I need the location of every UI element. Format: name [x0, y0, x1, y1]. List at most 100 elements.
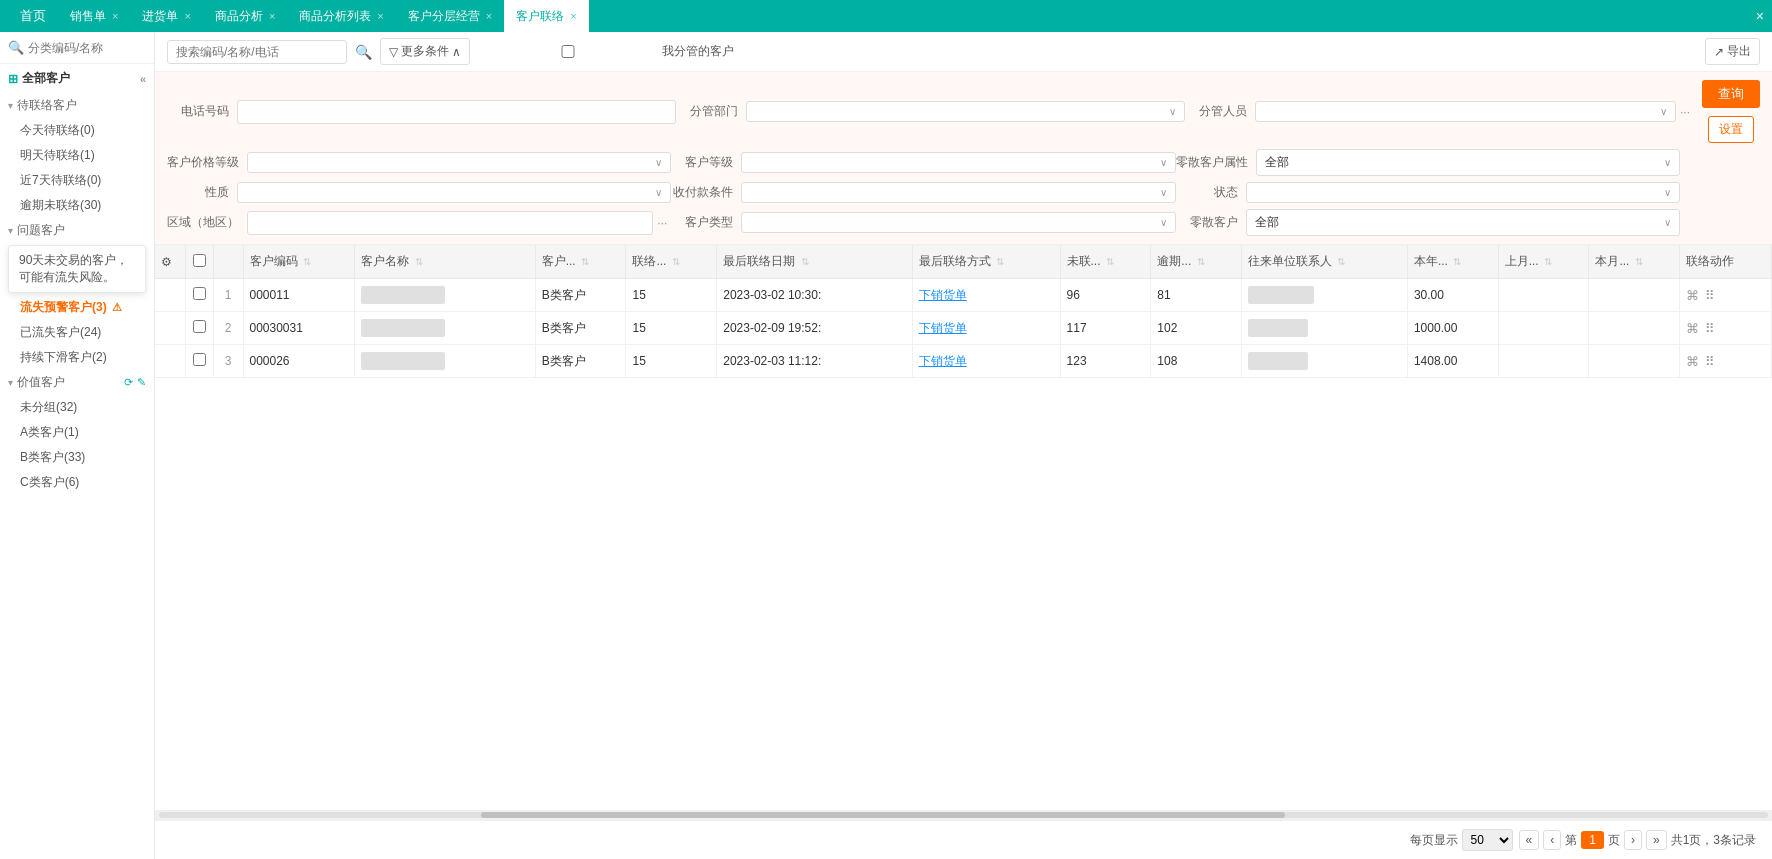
- filter-customer-type-select[interactable]: ∨: [741, 212, 1175, 233]
- my-customers-filter[interactable]: 我分管的客户: [478, 43, 734, 60]
- filter-payment-select[interactable]: ∨: [741, 182, 1175, 203]
- row-checkbox-cell[interactable]: [185, 345, 213, 378]
- sidebar-item-class-b[interactable]: B类客户(33): [0, 445, 154, 470]
- first-page-btn[interactable]: «: [1519, 830, 1540, 850]
- sidebar-all-customers[interactable]: ⊞ 全部客户 «: [0, 64, 154, 93]
- search-button[interactable]: 🔍: [355, 44, 372, 60]
- scroll-thumb[interactable]: [481, 812, 1286, 818]
- current-page[interactable]: 1: [1581, 831, 1604, 849]
- row-checkbox-cell[interactable]: [185, 312, 213, 345]
- tab-sales[interactable]: 销售单 ×: [58, 0, 130, 32]
- horizontal-scrollbar[interactable]: [155, 810, 1772, 820]
- close-customer-connect-tab[interactable]: ×: [570, 10, 576, 22]
- tab-purchase[interactable]: 进货单 ×: [130, 0, 202, 32]
- export-button[interactable]: ↗ 导出: [1705, 38, 1760, 65]
- code-col-header[interactable]: 客户编码 ⇅: [243, 245, 355, 279]
- sidebar-search-input[interactable]: [28, 41, 155, 55]
- more-conditions-btn[interactable]: ▽ 更多条件 ∧: [380, 38, 470, 65]
- filter-customer-level: 客户等级 ∨: [671, 152, 1175, 173]
- sidebar-item-class-c[interactable]: C类客户(6): [0, 470, 154, 495]
- filter-person-select[interactable]: ∨: [1255, 101, 1676, 122]
- tab-goods-analysis[interactable]: 商品分析 ×: [203, 0, 287, 32]
- arrow-icon-3: ▾: [8, 377, 13, 388]
- filter-dept-select[interactable]: ∨: [746, 101, 1185, 122]
- row-last-method[interactable]: 下销货单: [912, 279, 1060, 312]
- tab-customer-connect[interactable]: 客户联络 ×: [504, 0, 588, 32]
- row-checkbox[interactable]: [193, 353, 206, 366]
- sidebar-item-churned[interactable]: 已流失客户(24): [0, 320, 154, 345]
- tab-home[interactable]: 首页: [8, 0, 58, 32]
- search-input[interactable]: [167, 40, 347, 64]
- next-page-btn[interactable]: ›: [1624, 830, 1642, 850]
- last-method-col-header[interactable]: 最后联络方式 ⇅: [912, 245, 1060, 279]
- filter-region-input[interactable]: [247, 211, 653, 235]
- value-edit-icon[interactable]: ✎: [137, 376, 146, 389]
- close-goods-list-tab[interactable]: ×: [377, 10, 383, 22]
- per-page-select[interactable]: 50 20 100: [1462, 829, 1513, 851]
- row-checkbox[interactable]: [193, 287, 206, 300]
- overdue-sort-icon: ⇅: [1197, 256, 1205, 267]
- row-action-link-icon[interactable]: ⌘: [1686, 288, 1699, 303]
- select-all-checkbox[interactable]: [193, 254, 206, 267]
- row-this-year: 30.00: [1407, 279, 1498, 312]
- sidebar-item-7days[interactable]: 近7天待联络(0): [0, 168, 154, 193]
- sidebar-item-today[interactable]: 今天待联络(0): [0, 118, 154, 143]
- filter-scatter-customer-select[interactable]: 全部 ∨: [1246, 209, 1680, 236]
- sidebar-item-ungrouped[interactable]: 未分组(32): [0, 395, 154, 420]
- close-purchase-tab[interactable]: ×: [184, 10, 190, 22]
- region-dots[interactable]: ···: [653, 216, 671, 230]
- row-action-more-icon[interactable]: ⠿: [1705, 288, 1715, 303]
- row-last-method[interactable]: 下销货单: [912, 312, 1060, 345]
- query-button[interactable]: 查询: [1702, 80, 1760, 108]
- window-close-btn[interactable]: ×: [1756, 8, 1764, 24]
- edit-icon[interactable]: ⟳: [124, 376, 133, 389]
- sidebar-item-overdue[interactable]: 逾期未联络(30): [0, 193, 154, 218]
- sidebar-item-tomorrow[interactable]: 明天待联络(1): [0, 143, 154, 168]
- row-last-date: 2023-03-02 10:30:: [717, 279, 912, 312]
- name-col-header[interactable]: 客户名称 ⇅: [355, 245, 535, 279]
- row-action-more-icon[interactable]: ⠿: [1705, 354, 1715, 369]
- person-dots[interactable]: ···: [1676, 105, 1694, 119]
- filter-scatter-attr-select[interactable]: 全部 ∨: [1256, 149, 1680, 176]
- row-action-link-icon[interactable]: ⌘: [1686, 321, 1699, 336]
- close-goods-analysis-tab[interactable]: ×: [269, 10, 275, 22]
- row-checkbox-cell[interactable]: [185, 279, 213, 312]
- unit-contact-col-header[interactable]: 往来单位联系人 ⇅: [1242, 245, 1408, 279]
- this-month-col-header[interactable]: 本月... ⇅: [1589, 245, 1680, 279]
- sidebar-item-churn-warning[interactable]: 流失预警客户(3) ⚠: [0, 295, 154, 320]
- filter-nature-select[interactable]: ∨: [237, 182, 671, 203]
- settings-col-header[interactable]: ⚙: [155, 245, 185, 279]
- not-contacted-col-header[interactable]: 未联... ⇅: [1060, 245, 1151, 279]
- last-page-btn[interactable]: »: [1646, 830, 1667, 850]
- overdue-col-header[interactable]: 逾期... ⇅: [1151, 245, 1242, 279]
- section-problem-customers[interactable]: ▾ 问题客户: [0, 218, 154, 243]
- last-month-col-header[interactable]: 上月... ⇅: [1498, 245, 1589, 279]
- settings-button[interactable]: 设置: [1708, 116, 1754, 143]
- close-customer-segment-tab[interactable]: ×: [486, 10, 492, 22]
- row-last-method[interactable]: 下销货单: [912, 345, 1060, 378]
- this-year-col-header[interactable]: 本年... ⇅: [1407, 245, 1498, 279]
- filter-customer-type: 客户类型 ∨: [671, 212, 1175, 233]
- sidebar-item-declining[interactable]: 持续下滑客户(2): [0, 345, 154, 370]
- checkbox-col-header[interactable]: [185, 245, 213, 279]
- level-col-header[interactable]: 客户... ⇅: [535, 245, 626, 279]
- section-pending-contact[interactable]: ▾ 待联络客户: [0, 93, 154, 118]
- sidebar-item-class-a[interactable]: A类客户(1): [0, 420, 154, 445]
- row-action: ⌘ ⠿: [1680, 279, 1772, 312]
- last-date-col-header[interactable]: 最后联络日期 ⇅: [717, 245, 912, 279]
- close-sales-tab[interactable]: ×: [112, 10, 118, 22]
- filter-customer-level-select[interactable]: ∨: [741, 152, 1175, 173]
- my-customers-checkbox[interactable]: [478, 45, 658, 58]
- row-action-more-icon[interactable]: ⠿: [1705, 321, 1715, 336]
- row-action-link-icon[interactable]: ⌘: [1686, 354, 1699, 369]
- prev-page-btn[interactable]: ‹: [1543, 830, 1561, 850]
- section-value-customers[interactable]: ▾ 价值客户 ⟳ ✎: [0, 370, 154, 395]
- tab-goods-analysis-list[interactable]: 商品分析列表 ×: [287, 0, 395, 32]
- contact-col-header[interactable]: 联络... ⇅: [626, 245, 717, 279]
- filter-status-select[interactable]: ∨: [1246, 182, 1680, 203]
- filter-price-level-select[interactable]: ∨: [247, 152, 671, 173]
- tab-customer-segment[interactable]: 客户分层经营 ×: [396, 0, 504, 32]
- row-checkbox[interactable]: [193, 320, 206, 333]
- filter-phone-input[interactable]: [237, 100, 676, 124]
- this-month-sort-icon: ⇅: [1635, 256, 1643, 267]
